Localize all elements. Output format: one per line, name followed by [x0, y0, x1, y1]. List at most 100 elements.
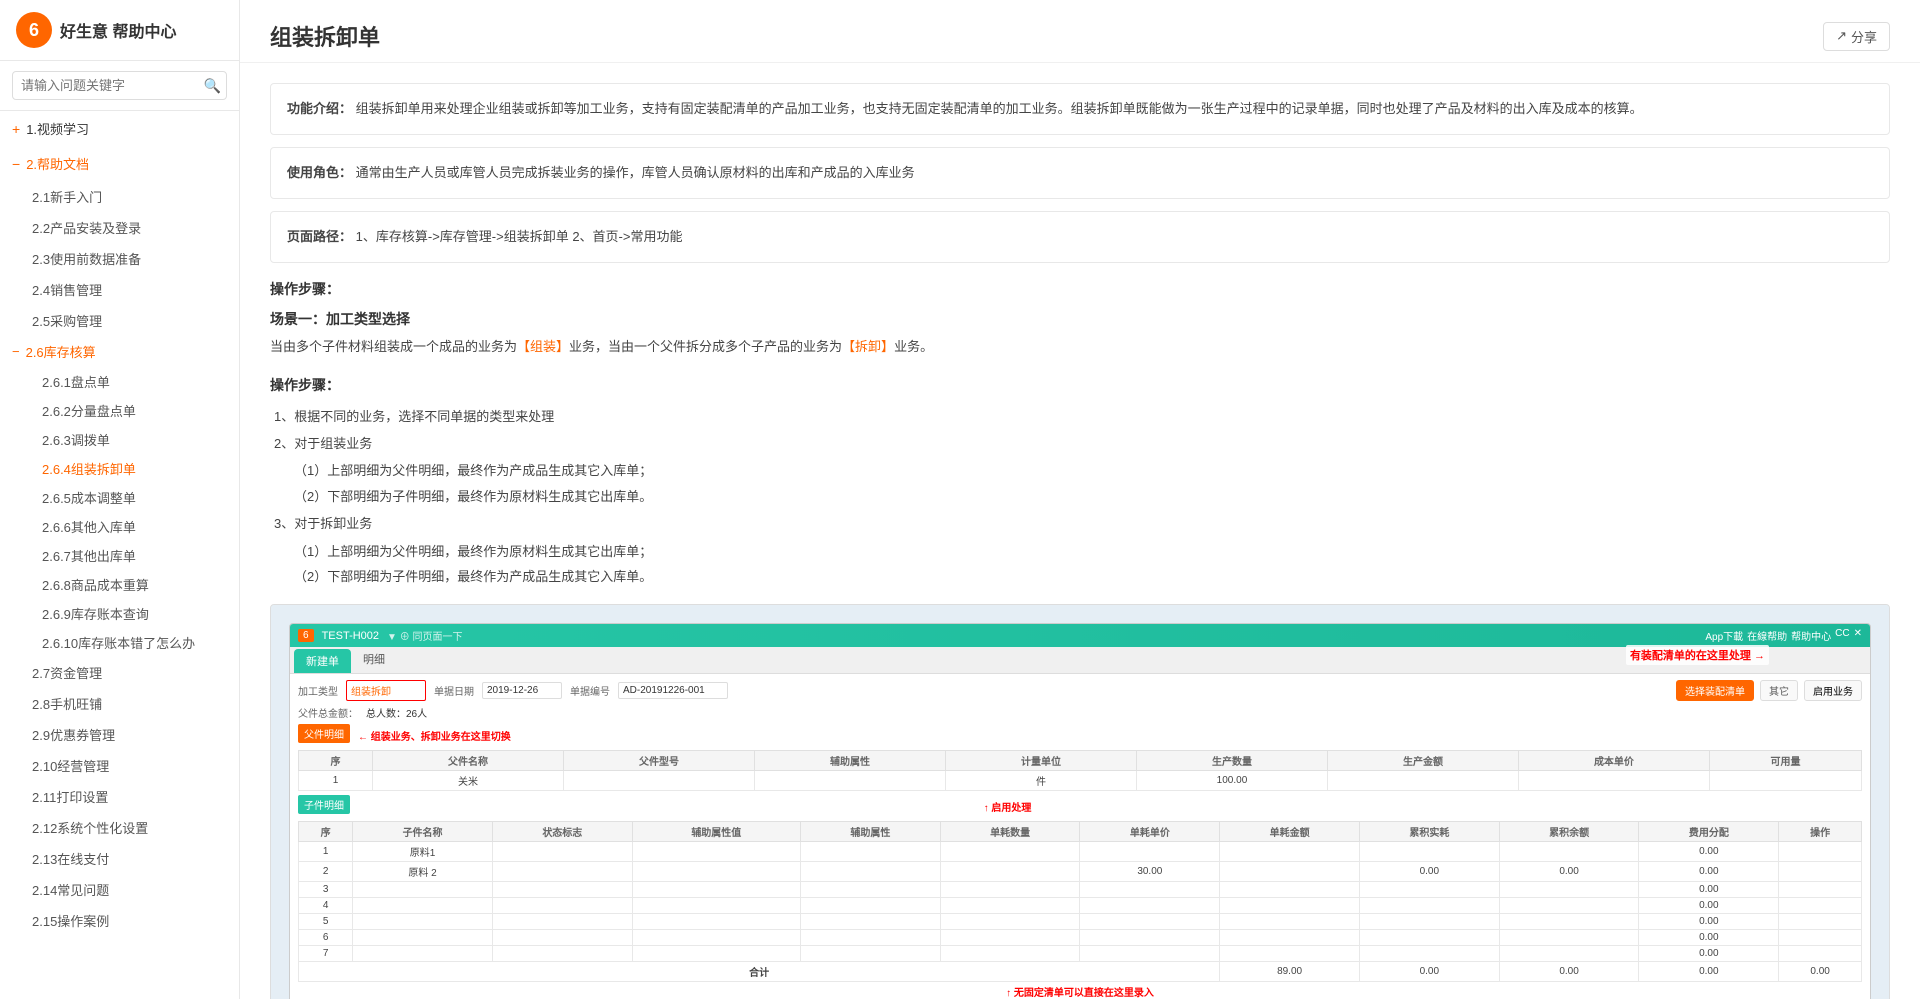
- sidebar-item-doc-2-9[interactable]: 2.9优惠券管理: [0, 719, 239, 750]
- table-cell: [940, 882, 1080, 898]
- sidebar-item-doc-2-11[interactable]: 2.11打印设置: [0, 781, 239, 812]
- mock-tab-detail[interactable]: 明细: [351, 647, 397, 673]
- mock-date-input[interactable]: 2019-12-26: [482, 682, 562, 699]
- sidebar-item-doc-2-6-3[interactable]: 2.6.3调拨单: [0, 425, 239, 454]
- func-intro-block: 功能介绍： 组装拆卸单用来处理企业组装或拆卸等加工业务，支持有固定装配清单的产品…: [270, 83, 1890, 135]
- table-cell: [492, 898, 632, 914]
- table-cell: 0.00: [1499, 862, 1639, 882]
- sidebar-item-doc-2-6-9[interactable]: 2.6.9库存账本查询: [0, 599, 239, 628]
- table-cell: [800, 914, 940, 930]
- footer-value: 89.00: [1220, 962, 1360, 982]
- sidebar-item-doc-2-8[interactable]: 2.8手机旺铺: [0, 688, 239, 719]
- table-cell: 100.00: [1136, 771, 1327, 791]
- table-header-cell: 子件名称: [353, 822, 493, 842]
- table-cell: [632, 862, 800, 882]
- scene1-heading: 场景一：加工类型选择: [270, 309, 1890, 329]
- table-cell: [800, 862, 940, 882]
- table-cell: [492, 930, 632, 946]
- step1: 1、根据不同的业务，选择不同单据的类型来处理: [270, 405, 1890, 428]
- table-cell: [1499, 842, 1639, 862]
- table-cell: [353, 946, 493, 962]
- sidebar: 6 好生意 帮助中心 🔍 + 1.视频学习 − 2.帮助文档 2.1新手入门 2…: [0, 0, 240, 999]
- sidebar-item-doc-2-6-2[interactable]: 2.6.2分量盘点单: [0, 396, 239, 425]
- content-body: 功能介绍： 组装拆卸单用来处理企业组装或拆卸等加工业务，支持有固定装配清单的产品…: [240, 63, 1920, 999]
- mock-top-table: 序父件名称父件型号辅助属性计量单位生产数量生产金额成本单价可用量 1关米件100…: [298, 750, 1862, 791]
- table-cell: [1518, 771, 1709, 791]
- mock-total: 总人数：26人: [366, 705, 427, 720]
- sidebar-item-doc-2-4[interactable]: 2.4销售管理: [0, 274, 239, 305]
- table-row: 1原料10.00: [299, 842, 1862, 862]
- main-header: 组装拆卸单 ↗ 分享: [240, 0, 1920, 63]
- role-label: 使用角色：: [287, 165, 352, 180]
- mock-top-table-body: 1关米件100.00: [299, 771, 1862, 791]
- path-label: 页面路径：: [287, 229, 352, 244]
- share-icon: ↗: [1836, 28, 1847, 44]
- mock-bottom-table-body: 1原料10.002原料 230.000.000.000.0030.0040.00…: [299, 842, 1862, 962]
- mock-titlebar: 6 TEST-H002 ▼ ⊕ 同页面一下 App下載 在線帮助 帮助中心 CC…: [290, 624, 1870, 647]
- sidebar-item-doc-2-15[interactable]: 2.15操作案例: [0, 905, 239, 936]
- table-cell: 0.00: [1639, 842, 1779, 862]
- search-input[interactable]: [12, 71, 227, 100]
- mock-type-input[interactable]: 组装拆卸: [346, 680, 426, 701]
- sidebar-item-doc-2-6-8[interactable]: 2.6.8商品成本重算: [0, 570, 239, 599]
- sidebar-item-doc-2-6-4[interactable]: 2.6.4组装拆卸单: [0, 454, 239, 483]
- sidebar-item-doc-2-6-6[interactable]: 2.6.6其他入库单: [0, 512, 239, 541]
- table-row: 30.00: [299, 882, 1862, 898]
- table-row: 1关米件100.00: [299, 771, 1862, 791]
- mock-window-id: TEST-H002: [322, 630, 379, 642]
- mock-tab-new[interactable]: 新建单: [294, 649, 351, 673]
- mock-no-input[interactable]: AD-20191226-001: [618, 682, 728, 699]
- table-header-cell: 辅助属性: [755, 751, 946, 771]
- table-header-cell: 生产金额: [1327, 751, 1518, 771]
- app-title: 好生意 帮助中心: [60, 18, 176, 42]
- table-row: 70.00: [299, 946, 1862, 962]
- sidebar-item-doc-2-2[interactable]: 2.2产品安装及登录: [0, 212, 239, 243]
- share-button[interactable]: ↗ 分享: [1823, 22, 1890, 51]
- sidebar-item-doc-2-13[interactable]: 2.13在线支付: [0, 843, 239, 874]
- sidebar-item-doc-2-1[interactable]: 2.1新手入门: [0, 181, 239, 212]
- mock-save-btn[interactable]: 选择装配清单: [1676, 680, 1754, 701]
- table-cell: [940, 862, 1080, 882]
- sidebar-item-doc-2-6-1[interactable]: 2.6.1盘点单: [0, 367, 239, 396]
- sidebar-item-videos[interactable]: + 1.视频学习: [0, 111, 239, 146]
- sidebar-item-doc-2-3[interactable]: 2.3使用前数据准备: [0, 243, 239, 274]
- search-icon[interactable]: 🔍: [204, 77, 221, 94]
- sidebar-item-doc-2-6[interactable]: − 2.6库存核算: [0, 336, 239, 367]
- mock-action-btn2[interactable]: 启用业务: [1804, 680, 1862, 701]
- mock-bottom-table-footer: 合计89.000.000.000.000.00: [299, 962, 1862, 982]
- footer-value: 0.00: [1359, 962, 1499, 982]
- table-cell: [800, 898, 940, 914]
- sidebar-item-doc-2-12[interactable]: 2.12系统个性化设置: [0, 812, 239, 843]
- path-text: 1、库存核算->库存管理->组装拆卸单 2、首页->常用功能: [356, 229, 683, 244]
- table-header-cell: 费用分配: [1639, 822, 1779, 842]
- sidebar-item-doc-2-6-5[interactable]: 2.6.5成本调整单: [0, 483, 239, 512]
- table-header-cell: 辅助属性值: [632, 822, 800, 842]
- table-cell: [1080, 930, 1220, 946]
- sidebar-item-doc-2-7[interactable]: 2.7资金管理: [0, 657, 239, 688]
- table-cell: [632, 914, 800, 930]
- table-cell: [1359, 914, 1499, 930]
- table-row: 50.00: [299, 914, 1862, 930]
- table-header-cell: 单耗单价: [1080, 822, 1220, 842]
- sidebar-item-doc-2-6-7[interactable]: 2.6.7其他出库单: [0, 541, 239, 570]
- table-cell: 4: [299, 898, 353, 914]
- mock-form-area: 加工类型 组装拆卸 单据日期 2019-12-26 单据编号 AD-201912…: [290, 674, 1870, 999]
- func-intro-label: 功能介绍：: [287, 101, 352, 116]
- sidebar-item-doc-2-14[interactable]: 2.14常见问题: [0, 874, 239, 905]
- sidebar-item-doc-2-6-10[interactable]: 2.6.10库存账本错了怎么办: [0, 628, 239, 657]
- table-cell: 30.00: [1080, 862, 1220, 882]
- table-cell: 原料 2: [353, 862, 493, 882]
- table-cell: 5: [299, 914, 353, 930]
- role-text: 通常由生产人员或库管人员完成拆装业务的操作，库管人员确认原材料的出库和产成品的入…: [356, 165, 915, 180]
- annotation-enable: ↑ 启用处理: [984, 799, 1032, 814]
- footer-label: 合计: [299, 962, 1220, 982]
- mock-action-btn[interactable]: 其它: [1760, 680, 1798, 701]
- sidebar-item-docs[interactable]: − 2.帮助文档: [0, 146, 239, 181]
- table-cell: [1779, 862, 1862, 882]
- sidebar-item-doc-2-5[interactable]: 2.5采购管理: [0, 305, 239, 336]
- sidebar-header: 6 好生意 帮助中心: [0, 0, 239, 61]
- table-footer-row: 合计89.000.000.000.000.00: [299, 962, 1862, 982]
- sidebar-item-doc-2-10[interactable]: 2.10经营管理: [0, 750, 239, 781]
- mock-bottom-section-label: 子件明细: [298, 795, 350, 814]
- table-cell: [800, 842, 940, 862]
